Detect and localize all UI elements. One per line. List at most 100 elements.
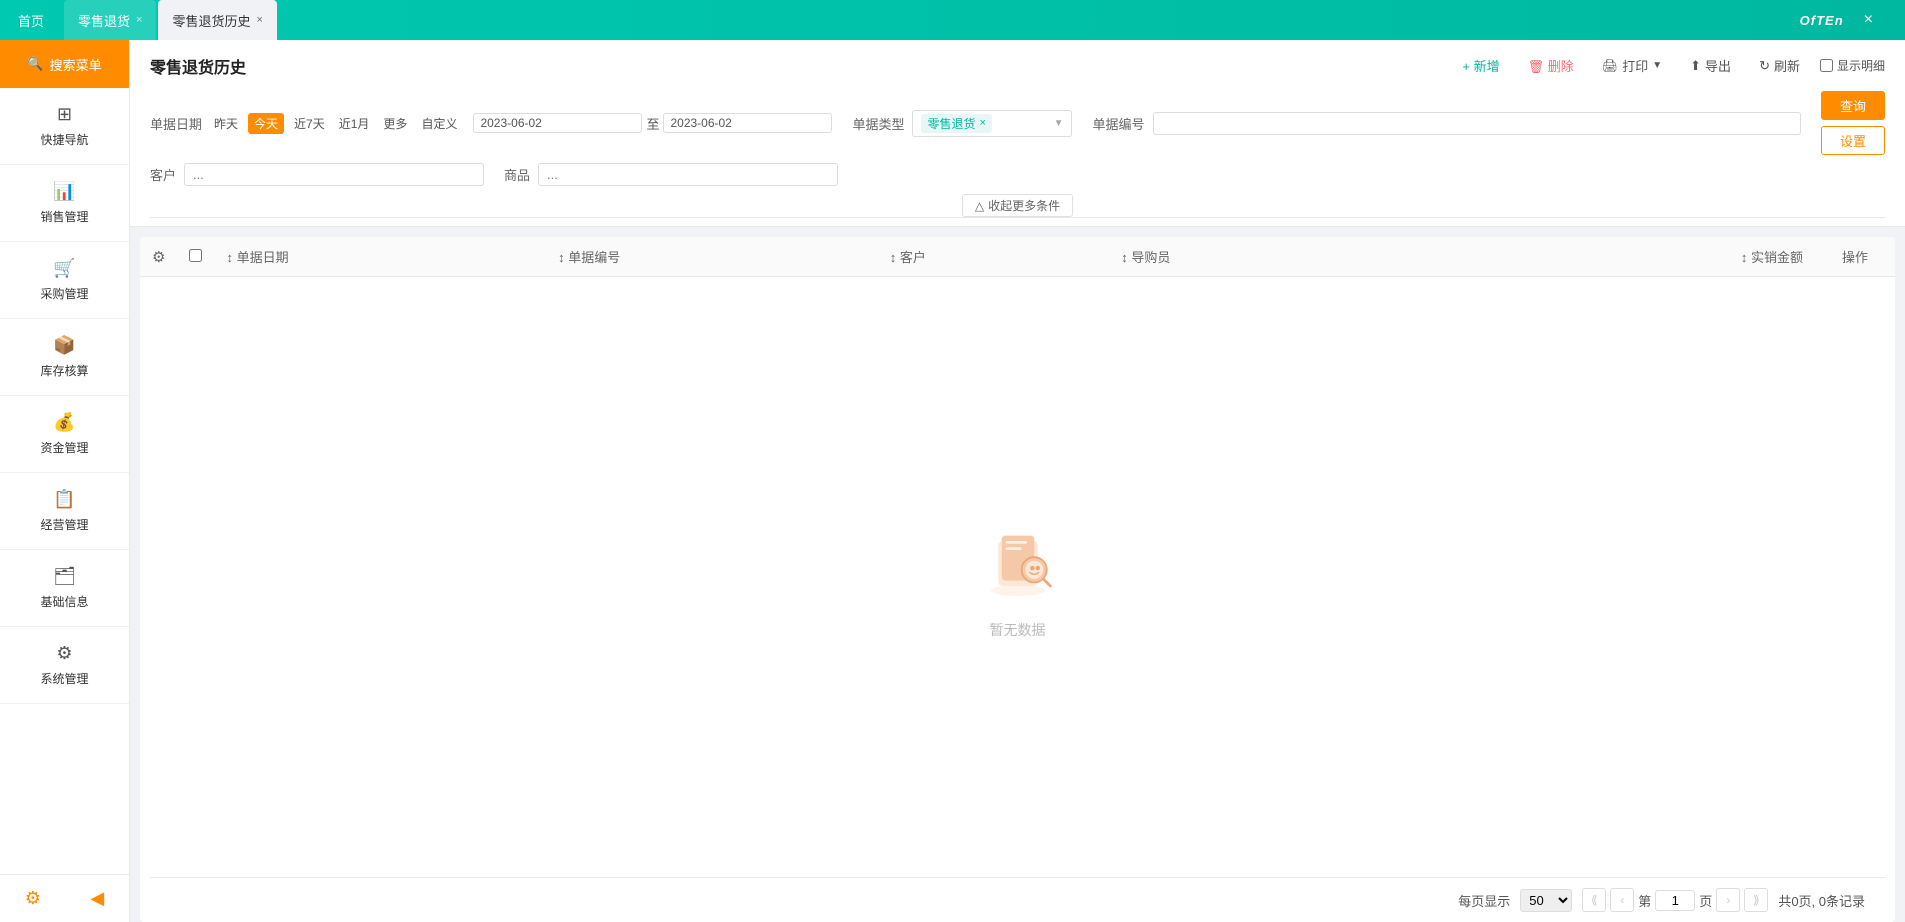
export-button[interactable]: ⬆ 导出 <box>1682 52 1739 79</box>
customer-label: 客户 <box>150 165 176 184</box>
sidebar-item-purchase[interactable]: 🛒 采购管理 <box>0 242 129 319</box>
voucher-type-select[interactable]: 零售退货 × ▼ <box>912 110 1072 137</box>
date-from-input[interactable] <box>473 113 642 133</box>
operation-icon: 📋 <box>53 489 75 510</box>
brand-label: OfTEn <box>1800 13 1844 28</box>
th-no-label: ↕ 单据编号 <box>558 250 620 265</box>
th-customer[interactable]: ↕ 客户 <box>878 237 1110 277</box>
th-actions: 操作 <box>1815 237 1895 277</box>
page-number-input[interactable] <box>1655 890 1695 911</box>
th-actions-label: 操作 <box>1842 250 1868 265</box>
page-next-btn[interactable]: › <box>1716 888 1740 912</box>
sidebar-item-label: 资金管理 <box>40 439 88 456</box>
date-today[interactable]: 今天 <box>248 113 284 134</box>
search-icon: 🔍 <box>27 56 43 72</box>
tab-close-history[interactable]: × <box>256 14 262 26</box>
page-nav: ⟪ ‹ 第 页 › ⟫ <box>1582 888 1768 912</box>
date-custom[interactable]: 自定义 <box>417 113 461 134</box>
select-all-checkbox[interactable] <box>189 249 202 262</box>
top-bar: 首页 零售退货 × 零售退货历史 × OfTEn × <box>0 0 1905 40</box>
page-prev-btn[interactable]: ‹ <box>1610 888 1634 912</box>
page-first-btn[interactable]: ⟪ <box>1582 888 1606 912</box>
inventory-icon: 📦 <box>53 335 75 356</box>
sidebar-item-quick-nav[interactable]: ⊞ 快捷导航 <box>0 88 129 165</box>
delete-button[interactable]: 🗑 删除 <box>1520 52 1582 79</box>
empty-state: 暂无数据 <box>140 277 1895 877</box>
customer-filter: 客户 <box>150 163 484 186</box>
refresh-button[interactable]: ↻ 刷新 <box>1751 52 1808 79</box>
goods-input[interactable] <box>538 163 838 186</box>
date-more[interactable]: 更多 <box>379 113 411 134</box>
sidebar-search[interactable]: 🔍 搜索菜单 <box>0 40 129 88</box>
date-filter-item: 单据日期 昨天 今天 近7天 近1月 更多 自定义 至 <box>150 113 832 134</box>
per-page-select[interactable]: 50 10 20 100 <box>1520 889 1572 912</box>
sidebar-item-label: 基础信息 <box>40 593 88 610</box>
print-icon: 🖨 <box>1602 58 1619 74</box>
sidebar-item-system[interactable]: ⚙ 系统管理 <box>0 627 129 704</box>
sidebar-item-sales[interactable]: 📊 销售管理 <box>0 165 129 242</box>
sidebar-item-operation[interactable]: 📋 经营管理 <box>0 473 129 550</box>
voucher-no-filter: 单据编号 <box>1092 112 1801 135</box>
per-page-label: 每页显示 <box>1458 891 1510 910</box>
date-filter-label: 单据日期 <box>150 114 202 133</box>
th-guide-label: ↕ 导购员 <box>1121 250 1170 265</box>
sidebar-menu: ⊞ 快捷导航 📊 销售管理 🛒 采购管理 📦 库存核算 💰 资金管理 📋 <box>0 88 129 874</box>
quick-nav-icon: ⊞ <box>57 104 72 125</box>
purchase-icon: 🛒 <box>53 258 75 279</box>
sidebar-item-finance[interactable]: 💰 资金管理 <box>0 396 129 473</box>
sidebar-item-basic-info[interactable]: 🗂 基础信息 <box>0 550 129 627</box>
th-customer-label: ↕ 客户 <box>890 250 926 265</box>
th-amount-label: ↕ 实销金额 <box>1741 250 1803 265</box>
print-button[interactable]: 🖨 🖨 打印 打印 ▼ <box>1594 52 1670 79</box>
voucher-type-tag: 零售退货 × <box>921 114 991 133</box>
refresh-icon: ↻ <box>1759 58 1770 74</box>
sidebar-item-inventory[interactable]: 📦 库存核算 <box>0 319 129 396</box>
voucher-type-tag-close[interactable]: × <box>980 117 986 129</box>
empty-text: 暂无数据 <box>990 620 1046 640</box>
th-spacer <box>1391 237 1483 277</box>
basic-info-icon: 🗂 <box>53 566 76 587</box>
system-icon: ⚙ <box>56 643 72 664</box>
th-amount[interactable]: ↕ 实销金额 <box>1483 237 1815 277</box>
filter-area: 单据日期 昨天 今天 近7天 近1月 更多 自定义 至 <box>150 91 1885 218</box>
sidebar: 🔍 搜索菜单 ⊞ 快捷导航 📊 销售管理 🛒 采购管理 📦 库存核算 💰 <box>0 40 130 922</box>
voucher-no-input[interactable] <box>1153 112 1801 135</box>
th-guide[interactable]: ↕ 导购员 <box>1109 237 1391 277</box>
print-chevron-icon: ▼ <box>1652 60 1662 71</box>
th-no[interactable]: ↕ 单据编号 <box>546 237 878 277</box>
show-detail-label: 显示明细 <box>1837 57 1885 74</box>
goods-filter: 商品 <box>504 163 838 186</box>
tab-home[interactable]: 首页 <box>0 0 62 40</box>
th-checkbox <box>177 237 214 277</box>
th-date[interactable]: ↕ 单据日期 <box>214 237 546 277</box>
new-button[interactable]: + 新增 <box>1454 52 1507 79</box>
table-settings-icon[interactable]: ⚙ <box>152 249 165 266</box>
main-layout: 🔍 搜索菜单 ⊞ 快捷导航 📊 销售管理 🛒 采购管理 📦 库存核算 💰 <box>0 40 1905 922</box>
query-button[interactable]: 查询 <box>1821 91 1885 120</box>
tab-close-retail-return[interactable]: × <box>136 14 142 26</box>
sidebar-item-label: 经营管理 <box>40 516 88 533</box>
show-detail-checkbox-label[interactable]: 显示明细 <box>1820 57 1885 74</box>
tab-retail-return[interactable]: 零售退货 × <box>64 0 156 40</box>
page-header: 零售退货历史 + 新增 🗑 删除 🖨 🖨 打印 打印 ▼ ⬆ 导出 <box>130 40 1905 227</box>
collapse-button[interactable]: △ 收起更多条件 <box>962 194 1073 217</box>
setting-button[interactable]: 设置 <box>1821 126 1885 155</box>
sidebar-item-label: 系统管理 <box>40 670 88 687</box>
date-1month[interactable]: 近1月 <box>335 113 374 134</box>
page-suffix: 页 <box>1699 891 1712 910</box>
tab-retail-return-history[interactable]: 零售退货历史 × <box>158 0 276 40</box>
date-to-input[interactable] <box>663 113 832 133</box>
page-last-btn[interactable]: ⟫ <box>1744 888 1768 912</box>
customer-input[interactable] <box>184 163 484 186</box>
collapse-up-icon: △ <box>975 199 984 213</box>
voucher-type-chevron-icon: ▼ <box>1054 118 1064 129</box>
date-yesterday[interactable]: 昨天 <box>210 113 242 134</box>
top-bar-right: OfTEn × <box>1800 11 1905 29</box>
window-close-btn[interactable]: × <box>1852 11 1885 29</box>
show-detail-checkbox[interactable] <box>1820 59 1833 72</box>
date-range: 至 <box>473 113 832 133</box>
filter-row-2: 客户 商品 <box>150 163 1885 186</box>
date-7days[interactable]: 近7天 <box>290 113 329 134</box>
collapse-sidebar-icon[interactable]: ◀ <box>90 888 104 909</box>
settings-bottom-icon[interactable]: ⚙ <box>25 888 41 909</box>
